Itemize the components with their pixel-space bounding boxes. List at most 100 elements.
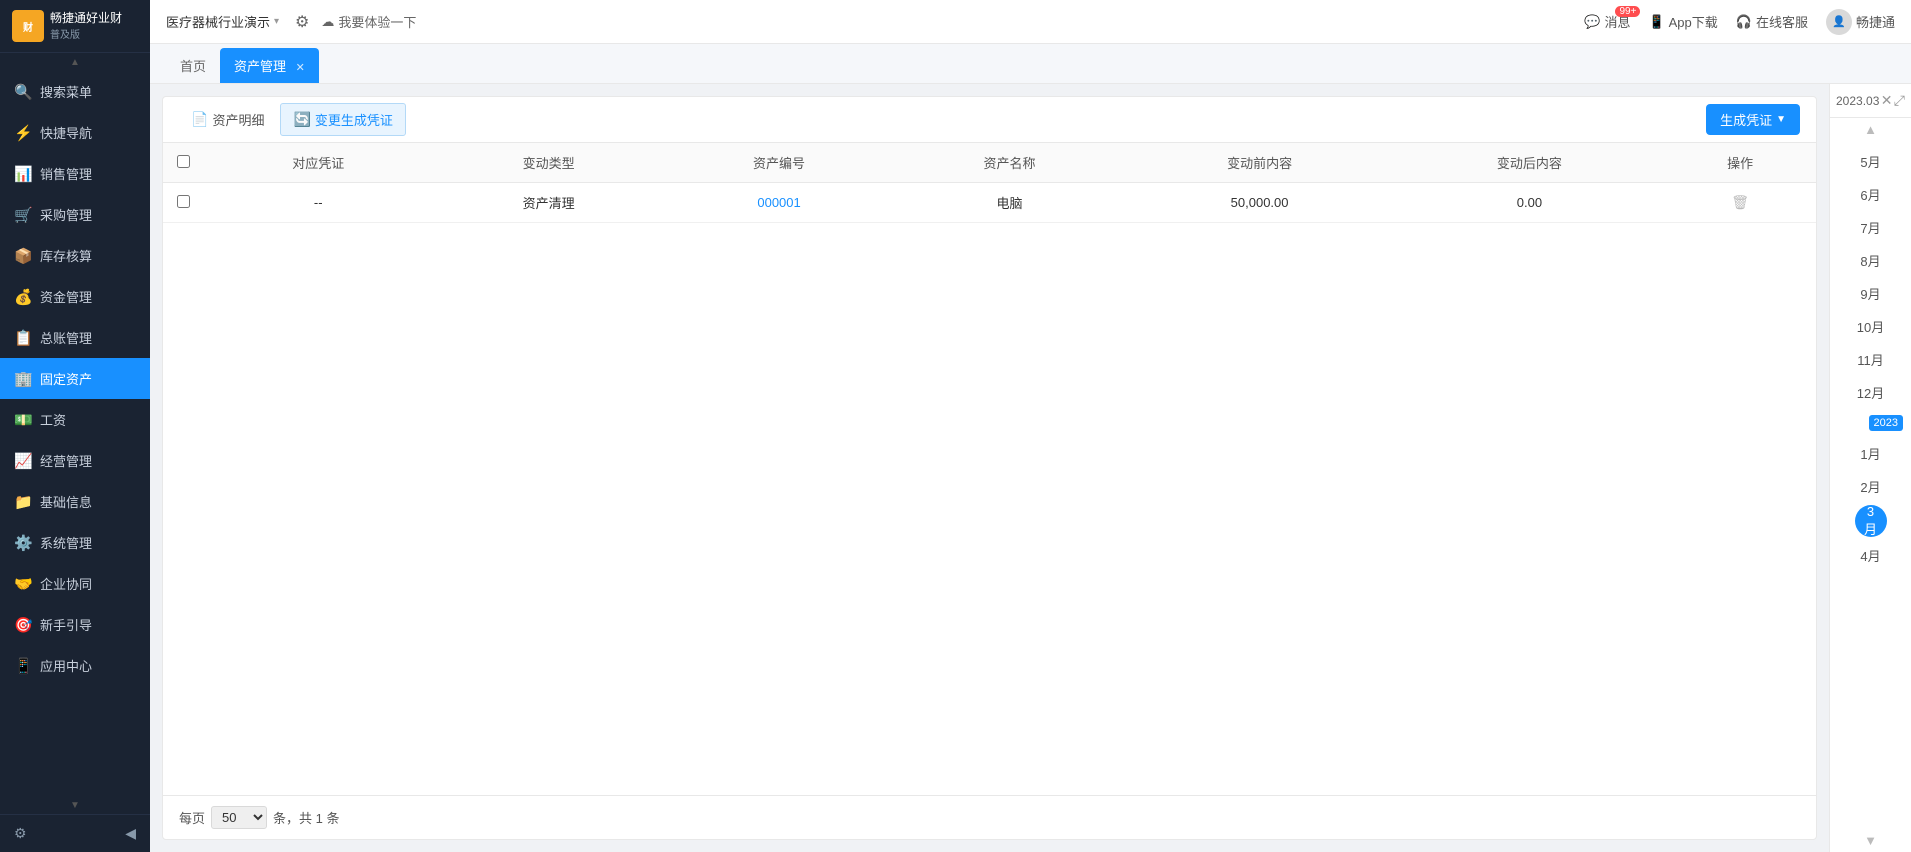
col-voucher: 对应凭证 [203, 143, 433, 183]
funds-icon: 💰 [14, 288, 32, 306]
app-title: 畅捷通好业财 [50, 11, 122, 27]
calendar-month-item[interactable]: 12月 [1830, 376, 1911, 409]
message-badge: 99+ [1615, 6, 1640, 17]
row-change-type: 资产清理 [433, 183, 663, 223]
calendar-month-item[interactable]: 3月 [1855, 505, 1887, 537]
calendar-month-item[interactable]: 7月 [1830, 211, 1911, 244]
page-size-select[interactable]: 102050100 [211, 806, 267, 829]
sidebar-item-purchase[interactable]: 🛒 采购管理 [0, 194, 150, 235]
sub-tab-asset-detail[interactable]: 📄 资产明细 [179, 104, 276, 135]
row-checkbox[interactable] [177, 195, 190, 208]
phone-icon: 📱 [1648, 14, 1664, 30]
sub-tabs: 📄 资产明细 🔄 变更生成凭证 生成凭证 ▼ [163, 97, 1816, 143]
sidebar-logo: 财 畅捷通好业财 普及版 [0, 0, 150, 53]
search-icon: 🔍 [14, 83, 32, 101]
sidebar-item-ledger[interactable]: 📋 总账管理 [0, 317, 150, 358]
company-selector[interactable]: 医疗器械行业演示 ▾ [166, 12, 279, 31]
tab-asset-management[interactable]: 资产管理 ✕ [220, 48, 319, 83]
calendar-panel-header: 2023.03 ✕ ⤢ [1830, 84, 1911, 118]
sidebar-item-system[interactable]: ⚙️ 系统管理 [0, 522, 150, 563]
col-asset-name: 资产名称 [894, 143, 1124, 183]
avatar: 👤 [1826, 9, 1852, 35]
select-all-checkbox[interactable] [177, 155, 190, 168]
row-checkbox-cell [163, 183, 203, 223]
sidebar: 财 畅捷通好业财 普及版 ▲ 🔍 搜索菜单 ⚡ 快捷导航 📊 销售管理 🛒 采购… [0, 0, 150, 852]
total-label: 条，共 1 条 [273, 808, 339, 827]
fixed-assets-icon: 🏢 [14, 370, 32, 388]
message-icon: 💬 [1584, 14, 1600, 30]
sidebar-item-payroll[interactable]: 💵 工资 [0, 399, 150, 440]
sidebar-scroll-down[interactable]: ▼ [0, 796, 150, 814]
calendar-month-item[interactable]: 6月 [1830, 178, 1911, 211]
customer-service-button[interactable]: 🎧 在线客服 [1736, 12, 1808, 31]
generate-voucher-button[interactable]: 生成凭证 ▼ [1706, 104, 1800, 135]
calendar-prev-button[interactable]: ▲ [1830, 118, 1911, 141]
sidebar-item-inventory[interactable]: 📦 库存核算 [0, 235, 150, 276]
row-after-change: 0.00 [1395, 183, 1665, 223]
content-main: 📄 资产明细 🔄 变更生成凭证 生成凭证 ▼ [162, 96, 1817, 840]
calendar-month-item[interactable]: 5月 [1830, 145, 1911, 178]
topbar: 医疗器械行业演示 ▾ ⚙ ☁ 我要体验一下 💬 消息 99+ 📱 App下载 🎧… [150, 0, 1911, 44]
row-operation: 🗑 [1664, 183, 1816, 223]
user-icon: 👤 [1832, 15, 1846, 28]
sidebar-item-quick-nav[interactable]: ⚡ 快捷导航 [0, 112, 150, 153]
feedback-button[interactable]: ☁ 我要体验一下 [321, 12, 416, 31]
sidebar-item-appstore[interactable]: 📱 应用中心 [0, 645, 150, 686]
sidebar-item-fixed-assets[interactable]: 🏢 固定资产 [0, 358, 150, 399]
calendar-month-item[interactable]: 1月 [1830, 437, 1911, 470]
row-before-change: 50,000.00 [1125, 183, 1395, 223]
calendar-expand-button[interactable]: ⤢ [1894, 92, 1905, 109]
topbar-settings-icon[interactable]: ⚙ [295, 12, 309, 32]
col-after-change: 变动后内容 [1395, 143, 1665, 183]
company-name: 医疗器械行业演示 [166, 12, 270, 31]
calendar-month-item[interactable]: 11月 [1830, 343, 1911, 376]
sidebar-item-search[interactable]: 🔍 搜索菜单 [0, 71, 150, 112]
sidebar-nav: 🔍 搜索菜单 ⚡ 快捷导航 📊 销售管理 🛒 采购管理 📦 库存核算 💰 资金管… [0, 71, 150, 796]
ledger-icon: 📋 [14, 329, 32, 347]
sidebar-item-basics[interactable]: 📁 基础信息 [0, 481, 150, 522]
col-before-change: 变动前内容 [1125, 143, 1395, 183]
sidebar-item-collaboration[interactable]: 🤝 企业协同 [0, 563, 150, 604]
calendar-panel: 2023.03 ✕ ⤢ ▲ 5月6月7月8月9月10月11月12月20231月2… [1829, 84, 1911, 852]
sidebar-item-guide[interactable]: 🎯 新手引导 [0, 604, 150, 645]
cloud-icon: ☁ [321, 14, 334, 30]
row-asset-code: 000001 [664, 183, 894, 223]
user-menu[interactable]: 👤 畅捷通 [1826, 9, 1895, 35]
sub-tab-change-voucher[interactable]: 🔄 变更生成凭证 [280, 103, 405, 136]
calendar-next-button[interactable]: ▼ [1830, 829, 1911, 852]
calendar-month-item[interactable]: 8月 [1830, 244, 1911, 277]
quick-nav-icon: ⚡ [14, 124, 32, 142]
message-button[interactable]: 💬 消息 99+ [1584, 12, 1630, 31]
appstore-icon: 📱 [14, 657, 32, 675]
calendar-month-item[interactable]: 4月 [1830, 539, 1911, 572]
col-change-type: 变动类型 [433, 143, 663, 183]
delete-row-button[interactable]: 🗑 [1731, 194, 1749, 210]
col-asset-code: 资产编号 [664, 143, 894, 183]
calendar-year-badge: 2023 [1830, 409, 1911, 437]
sidebar-item-sales[interactable]: 📊 销售管理 [0, 153, 150, 194]
basics-icon: 📁 [14, 493, 32, 511]
sidebar-item-funds[interactable]: 💰 资金管理 [0, 276, 150, 317]
collapse-sidebar-button[interactable]: ◀ [125, 825, 136, 842]
dropdown-arrow-icon: ▼ [1776, 114, 1786, 125]
nav-tabs: 首页 资产管理 ✕ [150, 44, 1911, 84]
table-row: -- 资产清理 000001 电脑 50,000.00 0.00 🗑 [163, 183, 1816, 223]
calendar-month-item[interactable]: 2月 [1830, 470, 1911, 503]
sales-icon: 📊 [14, 165, 32, 183]
app-download-button[interactable]: 📱 App下载 [1648, 12, 1717, 31]
close-tab-icon[interactable]: ✕ [296, 62, 305, 74]
calendar-close-button[interactable]: ✕ [1881, 92, 1893, 109]
app-subtitle: 普及版 [50, 26, 122, 41]
tab-home[interactable]: 首页 [166, 48, 220, 83]
asset-change-table: 对应凭证 变动类型 资产编号 资产名称 变动前内容 变动后内容 操作 -- [163, 143, 1816, 223]
calendar-month-item[interactable]: 9月 [1830, 277, 1911, 310]
settings-icon[interactable]: ⚙ [14, 825, 27, 842]
sidebar-scroll-up[interactable]: ▲ [0, 53, 150, 71]
change-voucher-icon: 🔄 [293, 111, 310, 128]
sidebar-item-operations[interactable]: 📈 经营管理 [0, 440, 150, 481]
row-voucher: -- [203, 183, 433, 223]
calendar-period-label: 2023.03 [1836, 94, 1879, 108]
operations-icon: 📈 [14, 452, 32, 470]
calendar-month-item[interactable]: 10月 [1830, 310, 1911, 343]
headset-icon: 🎧 [1736, 14, 1752, 30]
